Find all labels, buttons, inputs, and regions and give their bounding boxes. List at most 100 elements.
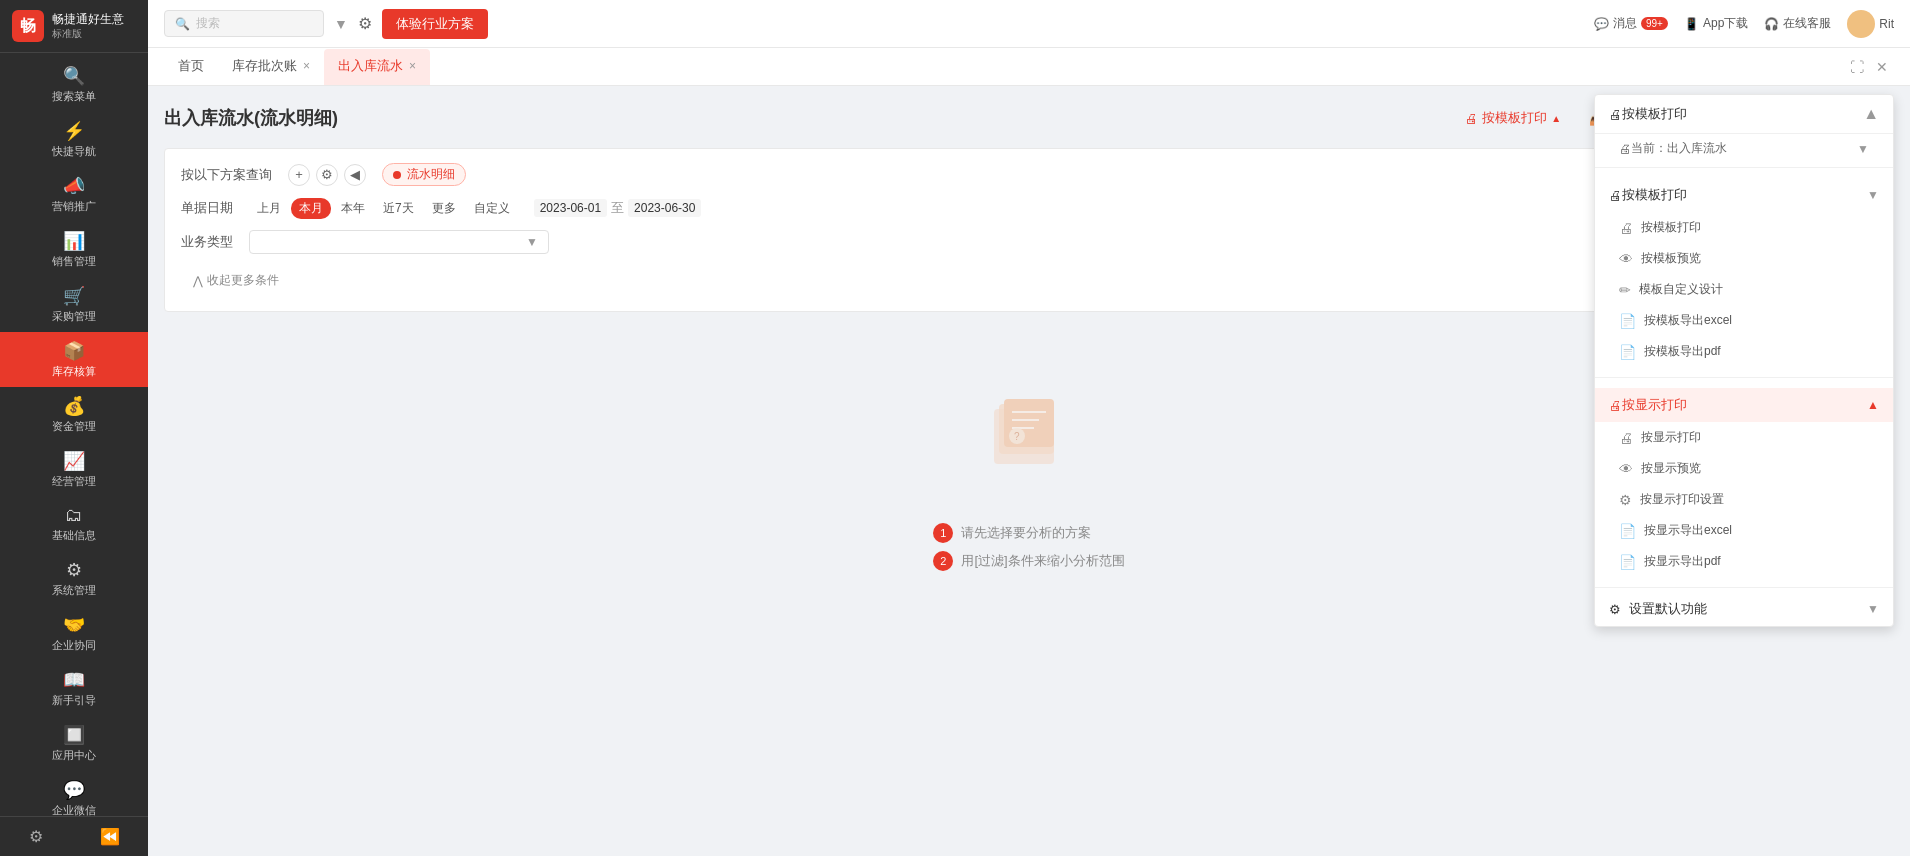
header-dropdown-arrow[interactable]: ▼ xyxy=(334,16,348,32)
sidebar-item-operations[interactable]: 📈 经营管理 xyxy=(0,442,148,497)
date-btn-more[interactable]: 更多 xyxy=(424,198,464,219)
item-excel-icon: 📄 xyxy=(1619,313,1636,329)
tab-batch-account-close[interactable]: × xyxy=(303,59,310,73)
display-print-section: 🖨 按显示打印 ▲ 🖨 按显示打印 👁 按显示预览 ⚙ 按显示打印设置 xyxy=(1595,382,1893,583)
dropdown-close-button[interactable]: ▲ xyxy=(1863,105,1879,123)
empty-icon: ? xyxy=(979,384,1079,503)
app-download-label: App下载 xyxy=(1703,15,1748,32)
display-print-label: 按显示打印 xyxy=(1622,396,1687,414)
tab-bar: 首页 库存批次账 × 出入库流水 × ⛶ ✕ xyxy=(148,48,1910,86)
sidebar-item-guide[interactable]: 📖 新手引导 xyxy=(0,661,148,716)
sidebar-settings-button[interactable]: ⚙ xyxy=(29,827,43,846)
industry-solution-button[interactable]: 体验行业方案 xyxy=(382,9,488,39)
app-download-button[interactable]: 📱 App下载 xyxy=(1684,15,1748,32)
tab-home-label: 首页 xyxy=(178,57,204,75)
tab-batch-account[interactable]: 库存批次账 × xyxy=(218,49,324,85)
sidebar-item-base[interactable]: 🗂 基础信息 xyxy=(0,497,148,551)
sidebar-collapse-button[interactable]: ⏪ xyxy=(100,827,120,846)
system-icon: ⚙ xyxy=(66,559,82,581)
biz-type-label: 业务类型 xyxy=(181,233,233,251)
sidebar-item-search[interactable]: 🔍 搜索菜单 xyxy=(0,57,148,112)
search-icon: 🔍 xyxy=(63,65,85,87)
dropdown-header: 🖨 按模板打印 ▲ xyxy=(1595,95,1893,134)
dropdown-item-display-preview[interactable]: 👁 按显示预览 xyxy=(1595,453,1893,484)
sidebar-item-enterprise[interactable]: 🤝 企业协同 xyxy=(0,606,148,661)
sidebar-item-marketing[interactable]: 📣 营销推广 xyxy=(0,167,148,222)
date-from[interactable]: 2023-06-01 xyxy=(534,199,607,217)
message-button[interactable]: 💬 消息 99+ xyxy=(1594,15,1668,32)
item-pdf-icon: 📄 xyxy=(1619,344,1636,360)
sidebar-item-inventory[interactable]: 📦 库存核算 xyxy=(0,332,148,387)
header-settings-icon[interactable]: ⚙ xyxy=(358,14,372,33)
dropdown-item-template-pdf[interactable]: 📄 按模板导出pdf xyxy=(1595,336,1893,367)
logo-text-block: 畅捷通好生意 标准版 xyxy=(52,11,124,42)
filter-collapse-button[interactable]: ◀ xyxy=(344,164,366,186)
sales-icon: 📊 xyxy=(63,230,85,252)
date-btn-last-month[interactable]: 上月 xyxy=(249,198,289,219)
filter-settings-button[interactable]: ⚙ xyxy=(316,164,338,186)
item-label: 按模板打印 xyxy=(1641,219,1701,236)
filter-add-button[interactable]: + xyxy=(288,164,310,186)
date-range: 2023-06-01 至 2023-06-30 xyxy=(534,199,702,217)
header-search-box[interactable]: 🔍 搜索 xyxy=(164,10,324,37)
date-to[interactable]: 2023-06-30 xyxy=(628,199,701,217)
sidebar-item-app-center[interactable]: 🔲 应用中心 xyxy=(0,716,148,771)
filter-active-tag: 流水明细 xyxy=(382,163,466,186)
sidebar-item-wechat[interactable]: 💬 企业微信 xyxy=(0,771,148,816)
template-print-icon: 🖨 xyxy=(1609,188,1622,203)
settings-icon: ⚙ xyxy=(321,167,333,182)
sidebar-item-purchase[interactable]: 🛒 采购管理 xyxy=(0,277,148,332)
dropdown-item-display-print-settings[interactable]: ⚙ 按显示打印设置 xyxy=(1595,484,1893,515)
sidebar-item-label: 基础信息 xyxy=(52,528,96,543)
online-service-button[interactable]: 🎧 在线客服 xyxy=(1764,15,1831,32)
message-label: 消息 xyxy=(1613,15,1637,32)
date-label: 单据日期 xyxy=(181,199,233,217)
date-btn-this-year[interactable]: 本年 xyxy=(333,198,373,219)
tab-close-all-button[interactable]: ✕ xyxy=(1870,59,1894,75)
tab-home[interactable]: 首页 xyxy=(164,49,218,85)
step-2-number: 2 xyxy=(933,551,953,571)
enterprise-icon: 🤝 xyxy=(63,614,85,636)
dropdown-item-display-pdf[interactable]: 📄 按显示导出pdf xyxy=(1595,546,1893,577)
logo-tag: 标准版 xyxy=(52,27,124,41)
sidebar-item-finance[interactable]: 💰 资金管理 xyxy=(0,387,148,442)
user-avatar-button[interactable]: Rit xyxy=(1847,10,1894,38)
dropdown-item-template-custom[interactable]: ✏ 模板自定义设计 xyxy=(1595,274,1893,305)
biz-type-select[interactable]: ▼ xyxy=(249,230,549,254)
dropdown-item-display-excel[interactable]: 📄 按显示导出excel xyxy=(1595,515,1893,546)
date-btn-this-month[interactable]: 本月 xyxy=(291,198,331,219)
tab-maximize-button[interactable]: ⛶ xyxy=(1844,59,1870,75)
sidebar-item-system[interactable]: ⚙ 系统管理 xyxy=(0,551,148,606)
print-template-button[interactable]: 🖨 按模板打印 ▲ xyxy=(1457,105,1569,131)
dropdown-item-template-excel[interactable]: 📄 按模板导出excel xyxy=(1595,305,1893,336)
template-print-label: 按模板打印 xyxy=(1622,186,1687,204)
add-icon: + xyxy=(295,167,303,182)
dropdown-item-template-preview[interactable]: 👁 按模板预览 xyxy=(1595,243,1893,274)
dropdown-item-template-print[interactable]: 🖨 按模板打印 xyxy=(1595,212,1893,243)
dropdown-item-display-print[interactable]: 🖨 按显示打印 xyxy=(1595,422,1893,453)
tab-inout-flow[interactable]: 出入库流水 × xyxy=(324,49,430,85)
date-btn-custom[interactable]: 自定义 xyxy=(466,198,518,219)
logo-icon: 畅 xyxy=(12,10,44,42)
filter-section-label: 按以下方案查询 xyxy=(181,166,272,184)
tag-dot xyxy=(393,171,401,179)
current-icon: 🖨 xyxy=(1619,142,1631,156)
date-btn-last-7[interactable]: 近7天 xyxy=(375,198,422,219)
tab-inout-flow-close[interactable]: × xyxy=(409,59,416,73)
biz-type-arrow: ▼ xyxy=(526,235,538,249)
display-print-section-title[interactable]: 🖨 按显示打印 ▲ xyxy=(1595,388,1893,422)
step-2-text: 用[过滤]条件来缩小分析范围 xyxy=(961,552,1124,570)
item-label: 按显示打印 xyxy=(1641,429,1701,446)
online-service-label: 在线客服 xyxy=(1783,15,1831,32)
sidebar-item-quick-nav[interactable]: ⚡ 快捷导航 xyxy=(0,112,148,167)
dropdown-header-icon: 🖨 xyxy=(1609,107,1622,122)
template-print-section-title[interactable]: 🖨 按模板打印 ▼ xyxy=(1595,178,1893,212)
set-default-section-title[interactable]: ⚙ 设置默认功能 ▼ xyxy=(1595,592,1893,626)
header-left: 🔍 搜索 ▼ ⚙ 体验行业方案 xyxy=(164,9,488,39)
tab-batch-account-label: 库存批次账 xyxy=(232,57,297,75)
purchase-icon: 🛒 xyxy=(63,285,85,307)
tag-label: 流水明细 xyxy=(407,166,455,183)
sidebar-item-sales[interactable]: 📊 销售管理 xyxy=(0,222,148,277)
page-area: 出入库流水(流水明细) 🖨 按模板打印 ▲ 📤 导出 🔄 刷新 xyxy=(148,86,1910,856)
sidebar-logo: 畅 畅捷通好生意 标准版 xyxy=(0,0,148,53)
